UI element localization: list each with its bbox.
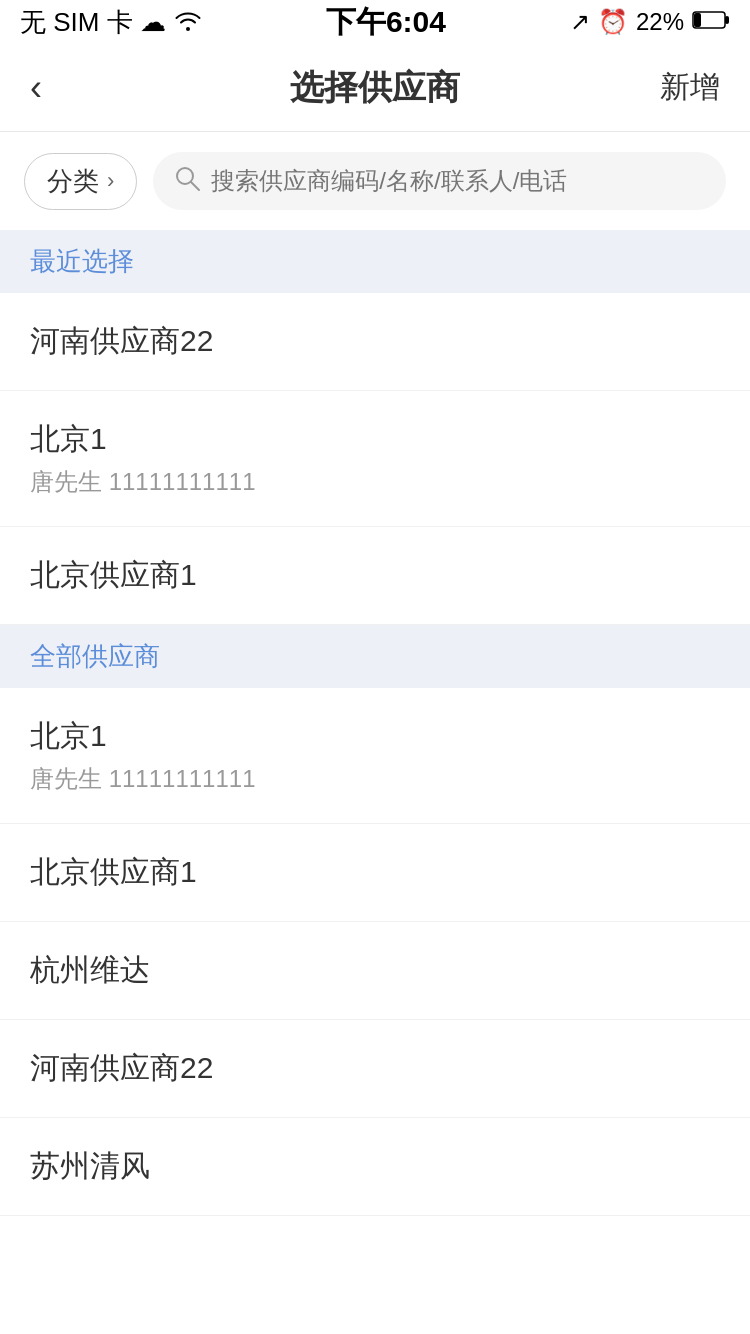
search-box[interactable] [153, 152, 726, 210]
item-sub: 唐先生 11111111111 [30, 763, 720, 795]
list-item[interactable]: 河南供应商22 [0, 293, 750, 391]
wifi-icon [174, 7, 202, 38]
recent-section-header: 最近选择 [0, 230, 750, 293]
list-item[interactable]: 北京供应商1 [0, 527, 750, 625]
list-item[interactable]: 北京1 唐先生 11111111111 [0, 688, 750, 824]
add-button[interactable]: 新增 [640, 67, 720, 108]
list-item[interactable]: 苏州清风 [0, 1118, 750, 1216]
recent-section-label: 最近选择 [30, 246, 134, 276]
svg-rect-2 [694, 13, 701, 27]
category-label: 分类 [47, 164, 99, 199]
item-name: 杭州维达 [30, 950, 720, 991]
battery-label: 22% [636, 8, 684, 36]
category-filter-button[interactable]: 分类 › [24, 153, 137, 210]
search-icon [173, 164, 201, 198]
status-bar: 无 SIM 卡 ☁ 下午6:04 ↗ ⏰ 22% [0, 0, 750, 44]
item-name: 北京1 [30, 716, 720, 757]
nav-bar: ‹ 选择供应商 新增 [0, 44, 750, 132]
location-icon: ↗ [570, 8, 590, 36]
svg-rect-1 [725, 16, 729, 24]
item-sub: 唐先生 11111111111 [30, 466, 720, 498]
no-sim-label: 无 SIM 卡 ☁ [20, 5, 166, 40]
item-name: 北京1 [30, 419, 720, 460]
item-name: 河南供应商22 [30, 321, 720, 362]
item-name: 北京供应商1 [30, 555, 720, 596]
list-item[interactable]: 河南供应商22 [0, 1020, 750, 1118]
back-button[interactable]: ‹ [30, 67, 110, 109]
list-item[interactable]: 北京1 唐先生 11111111111 [0, 391, 750, 527]
alarm-icon: ⏰ [598, 8, 628, 36]
status-time: 下午6:04 [326, 2, 446, 43]
recent-items-list: 河南供应商22 北京1 唐先生 11111111111 北京供应商1 [0, 293, 750, 625]
status-right: ↗ ⏰ 22% [570, 8, 730, 36]
status-left: 无 SIM 卡 ☁ [20, 5, 202, 40]
list-item[interactable]: 北京供应商1 [0, 824, 750, 922]
chevron-right-icon: › [107, 168, 114, 194]
search-input[interactable] [211, 167, 706, 195]
all-items-list: 北京1 唐先生 11111111111 北京供应商1 杭州维达河南供应商22 苏州清风 [0, 688, 750, 1216]
list-item[interactable]: 杭州维达 [0, 922, 750, 1020]
all-section-header: 全部供应商 [0, 625, 750, 688]
battery-icon [692, 8, 730, 36]
item-name: 河南供应商22 [30, 1048, 720, 1089]
svg-line-4 [191, 182, 199, 190]
item-name: 苏州清风 [30, 1146, 720, 1187]
item-name: 北京供应商1 [30, 852, 720, 893]
filter-bar: 分类 › [0, 132, 750, 230]
all-section-label: 全部供应商 [30, 641, 160, 671]
page-title: 选择供应商 [110, 65, 640, 111]
